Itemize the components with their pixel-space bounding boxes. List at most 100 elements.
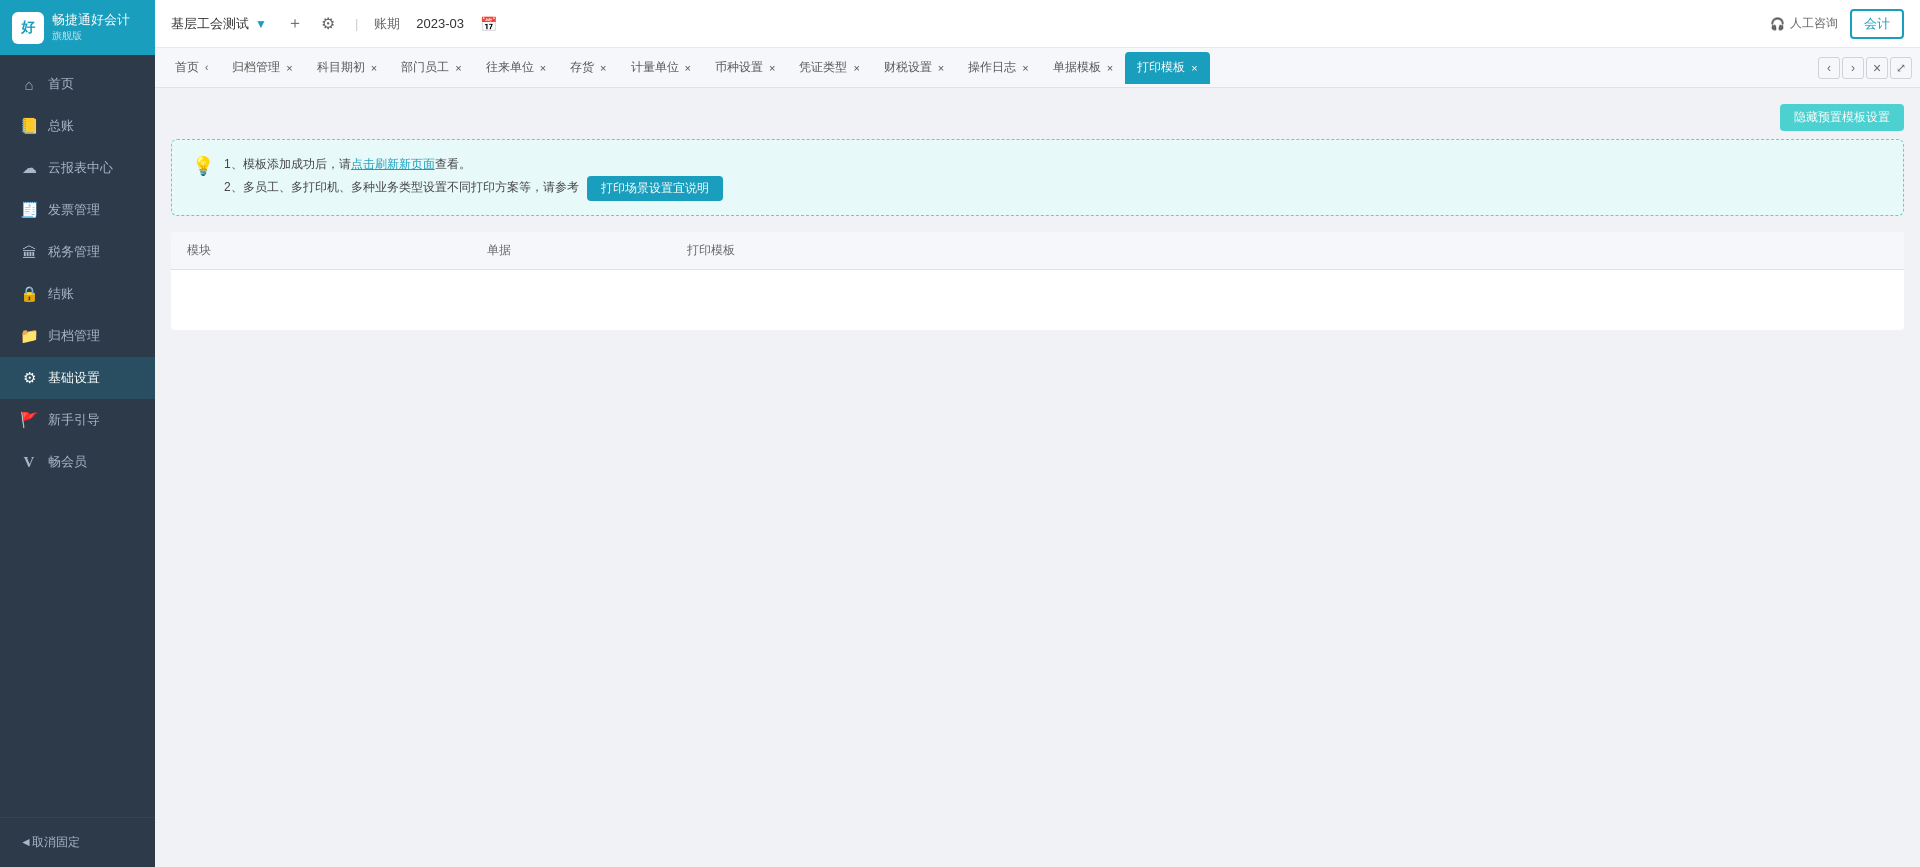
cloud-icon: ☁ [20, 159, 38, 177]
bulb-icon: 💡 [192, 155, 214, 177]
home-icon: ⌂ [20, 76, 38, 93]
info-line-2: 2、多员工、多打印机、多种业务类型设置不同打印方案等，请参考 打印场景设置宜说明 [224, 176, 1883, 201]
refresh-link[interactable]: 点击刷新新页面 [351, 157, 435, 171]
th-template: 打印模板 [671, 232, 1904, 269]
tab-close-icon[interactable]: × [455, 62, 461, 74]
sidebar-item-settings[interactable]: ⚙ 基础设置 [0, 357, 155, 399]
tab-currency[interactable]: 币种设置 × [703, 52, 787, 84]
info-banner: 💡 1、模板添加成功后，请点击刷新新页面查看。 2、多员工、多打印机、多种业务类… [171, 139, 1904, 216]
tab-close-all-button[interactable]: × [1866, 57, 1888, 79]
sidebar-item-vip[interactable]: V 畅会员 [0, 441, 155, 483]
table-header: 模块 单据 打印模板 [171, 232, 1904, 270]
tab-close-icon[interactable]: × [540, 62, 546, 74]
sidebar-item-label: 畅会员 [48, 453, 87, 471]
tab-close-icon[interactable]: × [1191, 62, 1197, 74]
table-body [171, 270, 1904, 330]
tab-partner[interactable]: 往来单位 × [474, 52, 558, 84]
logo-sub: 旗舰版 [52, 29, 130, 43]
sidebar-unpin-button[interactable]: ◄取消固定 [0, 817, 155, 867]
tabbar: 首页 ‹ 归档管理 × 科目期初 × 部门员工 × 往来单位 × 存货 × 计量… [155, 48, 1920, 88]
print-scene-button[interactable]: 打印场景设置宜说明 [587, 176, 723, 201]
calendar-icon[interactable]: 📅 [480, 16, 497, 32]
tab-expand-button[interactable]: ⤢ [1890, 57, 1912, 79]
content-area: 隐藏预置模板设置 💡 1、模板添加成功后，请点击刷新新页面查看。 2、多员工、多… [155, 88, 1920, 867]
sidebar-item-label: 发票管理 [48, 201, 100, 219]
sidebar-item-label: 云报表中心 [48, 159, 113, 177]
period-label: 账期 [374, 15, 400, 33]
info-text-1: 1、模板添加成功后，请 [224, 157, 351, 171]
tab-subject[interactable]: 科目期初 × [305, 52, 389, 84]
logo-icon: 好 [12, 12, 44, 44]
sidebar-item-ledger[interactable]: 📒 总账 [0, 105, 155, 147]
tab-close-icon[interactable]: × [769, 62, 775, 74]
tab-label: 财税设置 [884, 59, 932, 76]
tab-op-log[interactable]: 操作日志 × [956, 52, 1040, 84]
sidebar-item-invoice[interactable]: 🧾 发票管理 [0, 189, 155, 231]
main-area: 基层工会测试 ▼ ＋ ⚙ | 账期 2023-03 📅 🎧 人工咨询 会计 首页… [155, 0, 1920, 867]
sidebar-item-guide[interactable]: 🚩 新手引导 [0, 399, 155, 441]
sidebar-item-archive[interactable]: 📁 归档管理 [0, 315, 155, 357]
tab-label: 部门员工 [401, 59, 449, 76]
sidebar-logo: 好 畅捷通好会计 旗舰版 [0, 0, 155, 55]
tab-close-icon[interactable]: × [600, 62, 606, 74]
tab-close-icon[interactable]: × [1107, 62, 1113, 74]
headset-icon: 🎧 [1770, 17, 1785, 31]
sidebar-footer-label: ◄取消固定 [20, 834, 80, 851]
tab-archive[interactable]: 归档管理 × [220, 52, 304, 84]
account-label: 会计 [1864, 16, 1890, 31]
info-text-1-end: 查看。 [435, 157, 471, 171]
sidebar-item-tax[interactable]: 🏛 税务管理 [0, 231, 155, 273]
flag-icon: 🚩 [20, 411, 38, 429]
sidebar-item-label: 总账 [48, 117, 74, 135]
sidebar-item-closing[interactable]: 🔒 结账 [0, 273, 155, 315]
service-label: 人工咨询 [1790, 15, 1838, 32]
tab-single-form[interactable]: 单据模板 × [1041, 52, 1125, 84]
tab-print-tpl[interactable]: 打印模板 × [1125, 52, 1209, 84]
hide-template-settings-button[interactable]: 隐藏预置模板设置 [1780, 104, 1904, 131]
sidebar-item-label: 税务管理 [48, 243, 100, 261]
tab-label: 归档管理 [232, 59, 280, 76]
add-company-button[interactable]: ＋ [283, 9, 307, 38]
tab-label: 凭证类型 [799, 59, 847, 76]
hide-btn-label: 隐藏预置模板设置 [1794, 110, 1890, 124]
sidebar-item-label: 首页 [48, 75, 74, 93]
tab-label: 操作日志 [968, 59, 1016, 76]
sidebar-item-label: 基础设置 [48, 369, 100, 387]
tab-label: 打印模板 [1137, 59, 1185, 76]
period-value: 2023-03 [416, 16, 464, 31]
tab-tax-settings[interactable]: 财税设置 × [872, 52, 956, 84]
tab-voucher-type[interactable]: 凭证类型 × [787, 52, 871, 84]
tab-next-button[interactable]: › [1842, 57, 1864, 79]
tab-close-icon[interactable]: × [286, 62, 292, 74]
tab-home[interactable]: 首页 ‹ [163, 52, 220, 84]
tab-department[interactable]: 部门员工 × [389, 52, 473, 84]
settings-icon-button[interactable]: ⚙ [317, 10, 339, 37]
company-selector[interactable]: 基层工会测试 ▼ [171, 15, 267, 33]
tab-close-icon[interactable]: × [685, 62, 691, 74]
tab-prev-button[interactable]: ‹ [1818, 57, 1840, 79]
company-name: 基层工会测试 [171, 15, 249, 33]
tab-inventory[interactable]: 存货 × [558, 52, 618, 84]
topbar-actions: ＋ ⚙ [283, 9, 339, 38]
ledger-icon: 📒 [20, 117, 38, 135]
vip-icon: V [20, 454, 38, 471]
tab-label: 币种设置 [715, 59, 763, 76]
sidebar-nav: ⌂ 首页 📒 总账 ☁ 云报表中心 🧾 发票管理 🏛 税务管理 🔒 结账 📁 归… [0, 55, 155, 817]
sidebar-item-reports[interactable]: ☁ 云报表中心 [0, 147, 155, 189]
print-template-table: 模块 单据 打印模板 [171, 232, 1904, 330]
sidebar-item-label: 归档管理 [48, 327, 100, 345]
tab-close-icon[interactable]: × [1022, 62, 1028, 74]
account-button[interactable]: 会计 [1850, 9, 1904, 39]
tab-close-icon[interactable]: × [371, 62, 377, 74]
gear-icon: ⚙ [20, 369, 38, 387]
content-wrapper: 隐藏预置模板设置 💡 1、模板添加成功后，请点击刷新新页面查看。 2、多员工、多… [171, 104, 1904, 330]
service-button[interactable]: 🎧 人工咨询 [1770, 15, 1838, 32]
tab-close-icon[interactable]: × [938, 62, 944, 74]
info-text-2: 2、多员工、多打印机、多种业务类型设置不同打印方案等，请参考 [224, 177, 579, 199]
print-btn-label: 打印场景设置宜说明 [601, 181, 709, 195]
info-line-1: 1、模板添加成功后，请点击刷新新页面查看。 [224, 154, 1883, 176]
sidebar-item-home[interactable]: ⌂ 首页 [0, 63, 155, 105]
tab-close-icon[interactable]: × [853, 62, 859, 74]
tab-unit[interactable]: 计量单位 × [619, 52, 703, 84]
tab-label: 单据模板 [1053, 59, 1101, 76]
